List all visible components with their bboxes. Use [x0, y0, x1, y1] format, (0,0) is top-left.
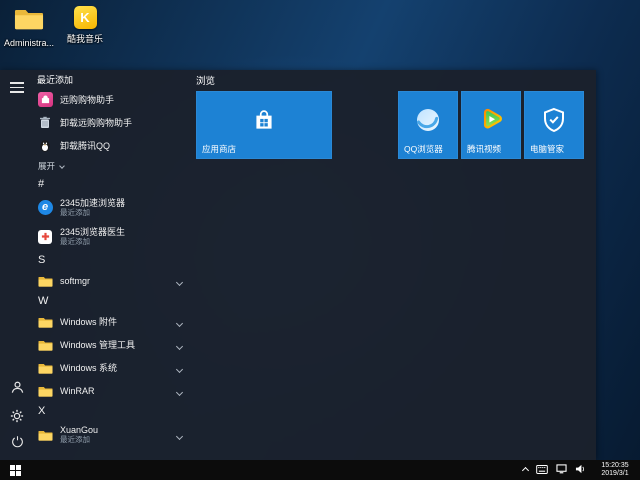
app-item-yuangou-assistant[interactable]: 远购购物助手: [34, 88, 192, 111]
expand-toggle[interactable]: 展开: [34, 157, 192, 175]
desktop-icon-label: 酷我音乐: [66, 34, 103, 44]
taskbar-clock[interactable]: 15:20:35 2019/3/1: [594, 462, 636, 478]
qq-penguin-icon: [37, 138, 53, 154]
network-button[interactable]: [556, 461, 567, 479]
2345-browser-icon: e: [37, 200, 53, 216]
folder-icon: [37, 314, 53, 330]
app-item-windows-admin-tools[interactable]: Windows 管理工具: [34, 333, 192, 356]
speaker-icon: [575, 461, 586, 479]
start-tiles-area: 浏览 应用商店 QQ浏览器 腾讯视频 电脑管家: [192, 70, 596, 460]
clock-time: 15:20:35: [601, 462, 629, 469]
app-item-label: 远购购物助手: [60, 94, 115, 105]
folder-icon: [37, 360, 53, 376]
tile-app-store[interactable]: 应用商店: [196, 91, 332, 159]
app-item-sublabel: 最近添加: [60, 237, 90, 246]
volume-button[interactable]: [575, 461, 586, 479]
app-item-label: Windows 附件: [60, 316, 118, 327]
app-item-windows-system[interactable]: Windows 系统: [34, 356, 192, 379]
app-item-sublabel: 最近添加: [60, 435, 90, 444]
user-icon: [10, 380, 25, 400]
chevron-down-icon: [175, 359, 184, 377]
browser-doctor-icon: [37, 229, 53, 245]
app-item-uninstall-yuangou[interactable]: 卸载远购购物助手: [34, 111, 192, 134]
desktop-icon-label: Administra...: [3, 38, 54, 48]
taskbar: 15:20:35 2019/3/1: [0, 460, 640, 480]
desktop: Administra... K 酷我音乐 最近添加 远购购物助手 卸载远购购物助…: [0, 0, 640, 480]
tile-label: 电脑管家: [530, 144, 565, 154]
app-item-uninstall-qq[interactable]: 卸载腾讯QQ: [34, 134, 192, 157]
system-tray: 15:20:35 2019/3/1: [521, 461, 640, 479]
uninstaller-icon: [37, 115, 53, 131]
windows-logo-icon: [9, 464, 21, 476]
letter-header-s[interactable]: S: [34, 251, 192, 269]
start-app-list: 最近添加 远购购物助手 卸载远购购物助手 卸载腾讯QQ 展开 # e 2345加…: [34, 70, 192, 460]
shield-icon: [524, 91, 584, 149]
start-button[interactable]: [0, 460, 30, 480]
settings-button[interactable]: [9, 409, 25, 428]
kuwo-music-icon: K: [73, 6, 97, 29]
qq-browser-icon: [398, 91, 458, 149]
app-item-label: Windows 管理工具: [60, 339, 136, 350]
play-icon: [461, 91, 521, 149]
app-item-2345-doctor[interactable]: 2345浏览器医生 最近添加: [34, 222, 192, 251]
chevron-down-icon: [175, 382, 184, 400]
folder-icon: [37, 383, 53, 399]
app-item-label: XuanGou: [60, 425, 99, 435]
gear-icon: [10, 409, 24, 428]
chevron-down-icon: [175, 313, 184, 331]
app-item-label: 卸载远购购物助手: [60, 117, 133, 128]
tile-label: QQ浏览器: [404, 144, 443, 154]
folder-icon: [37, 427, 53, 443]
tile-pc-manager[interactable]: 电脑管家: [524, 91, 584, 159]
chevron-down-icon: [59, 163, 65, 169]
tile-label: 应用商店: [202, 144, 237, 154]
app-item-xuangou[interactable]: XuanGou 最近添加: [34, 420, 192, 449]
start-menu-rail: [0, 70, 34, 460]
app-item-winrar[interactable]: WinRAR: [34, 379, 192, 402]
folder-icon: [14, 6, 44, 35]
folder-icon: [37, 273, 53, 289]
chevron-down-icon: [175, 426, 184, 444]
touch-keyboard-button[interactable]: [536, 461, 548, 479]
show-hidden-icons-button[interactable]: [521, 466, 530, 474]
recent-added-header: 最近添加: [37, 75, 74, 85]
hamburger-menu-button[interactable]: [10, 82, 24, 93]
chevron-down-icon: [175, 336, 184, 354]
power-icon: [11, 435, 24, 453]
letter-header-x[interactable]: X: [34, 402, 192, 420]
app-item-label: WinRAR: [60, 385, 95, 396]
expand-label: 展开: [38, 161, 56, 171]
tile-label: 腾讯视频: [467, 144, 502, 154]
app-item-label: 2345加速浏览器: [60, 198, 126, 208]
app-item-label: 卸载腾讯QQ: [60, 140, 111, 151]
chevron-up-icon: [521, 466, 530, 474]
chevron-down-icon: [175, 272, 184, 290]
folder-icon: [37, 337, 53, 353]
tile-group-title[interactable]: 浏览: [196, 73, 256, 90]
power-button[interactable]: [9, 436, 25, 452]
app-item-label: 2345浏览器医生: [60, 227, 126, 237]
clock-date: 2019/3/1: [601, 470, 629, 477]
desktop-icon-administrator[interactable]: Administra...: [2, 6, 56, 48]
app-item-label: Windows 系统: [60, 362, 118, 373]
letter-header-hash[interactable]: #: [34, 175, 192, 193]
app-item-sublabel: 最近添加: [60, 208, 90, 217]
shopping-assistant-icon: [37, 92, 53, 108]
network-icon: [556, 461, 567, 479]
app-item-softmgr[interactable]: softmgr: [34, 269, 192, 292]
start-menu: 最近添加 远购购物助手 卸载远购购物助手 卸载腾讯QQ 展开 # e 2345加…: [0, 70, 596, 460]
user-account-button[interactable]: [9, 380, 25, 400]
keyboard-icon: [536, 461, 548, 479]
app-item-2345-browser[interactable]: e 2345加速浏览器 最近添加: [34, 193, 192, 222]
letter-header-w[interactable]: W: [34, 292, 192, 310]
tile-tencent-video[interactable]: 腾讯视频: [461, 91, 521, 159]
store-bag-icon: [196, 91, 332, 149]
app-item-windows-accessories[interactable]: Windows 附件: [34, 310, 192, 333]
tile-qq-browser[interactable]: QQ浏览器: [398, 91, 458, 159]
app-item-label: softmgr: [60, 275, 91, 286]
desktop-icon-kuwo-music[interactable]: K 酷我音乐: [58, 6, 112, 45]
